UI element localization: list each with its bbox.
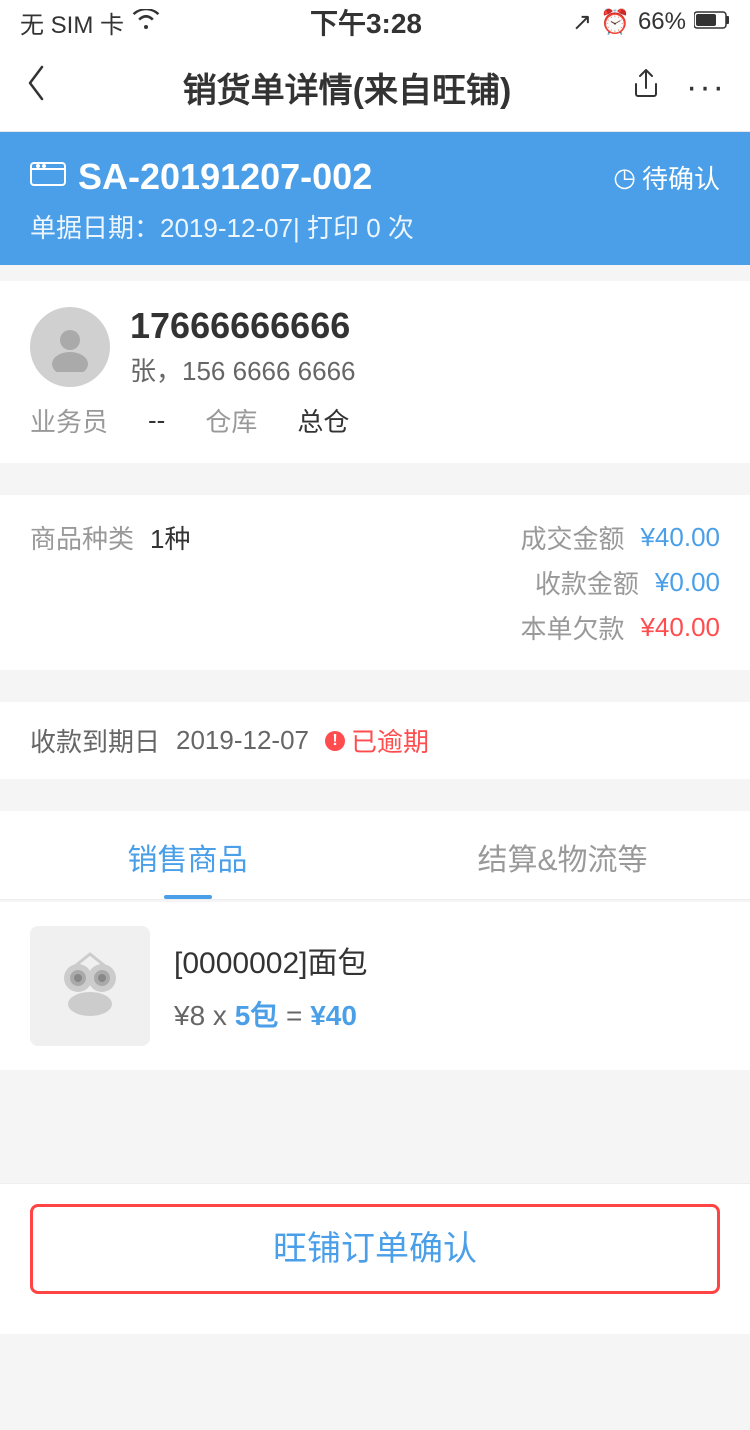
due-date-label: 收款到期日 <box>30 722 160 759</box>
warehouse-value: 总仓 <box>297 402 349 439</box>
product-name: [0000002]面包 <box>174 938 720 982</box>
status-bar: 无 SIM 卡 下午3:28 ↗ ⏰ 66% <box>0 0 750 44</box>
nav-actions: ··· <box>630 68 726 108</box>
due-date-card: 收款到期日 2019-12-07 ! 已逾期 <box>0 702 750 779</box>
tab-sales-products[interactable]: 销售商品 <box>0 811 375 899</box>
more-icon[interactable]: ··· <box>686 68 726 107</box>
battery-text: 66% <box>638 8 686 36</box>
order-icon <box>30 156 66 198</box>
wifi-icon <box>132 8 160 36</box>
product-card: [0000002]面包 ¥8 x 5包 = ¥40 <box>0 902 750 1070</box>
order-date: 单据日期：2019-12-07| 打印 0 次 <box>30 208 720 245</box>
clock-icon: ◷ <box>613 162 636 193</box>
salesperson-value: -- <box>148 405 165 436</box>
product-price-row: ¥8 x 5包 = ¥40 <box>174 994 720 1034</box>
customer-name: 张，156 6666 6666 <box>130 351 356 388</box>
category-label: 商品种类 <box>30 519 134 556</box>
overdue-badge: ! 已逾期 <box>325 722 429 759</box>
tab-settlement[interactable]: 结算&物流等 <box>375 811 750 899</box>
status-bar-left: 无 SIM 卡 <box>20 5 160 40</box>
customer-info-card: 17666666666 张，156 6666 6666 业务员 -- 仓库 总仓 <box>0 281 750 463</box>
order-id: SA-20191207-002 <box>30 156 372 198</box>
category-value: 1种 <box>150 519 190 556</box>
page-title: 销货单详情(来自旺铺) <box>64 63 630 112</box>
product-info: [0000002]面包 ¥8 x 5包 = ¥40 <box>174 938 720 1034</box>
avatar <box>30 307 110 387</box>
back-button[interactable] <box>24 63 64 112</box>
stats-card: 商品种类 1种 成交金额 ¥40.00 收款金额 ¥0.00 本单欠款 ¥40.… <box>0 495 750 670</box>
bottom-button-area: 旺铺订单确认 <box>0 1183 750 1334</box>
overdue-icon: ! <box>325 731 345 751</box>
no-sim-text: 无 SIM 卡 <box>20 5 124 40</box>
due-date-value: 2019-12-07 <box>176 725 309 756</box>
status-bar-right: ↗ ⏰ 66% <box>572 8 730 37</box>
salesperson-label: 业务员 <box>30 402 108 439</box>
share-icon[interactable] <box>630 68 662 108</box>
stats-right: 成交金额 ¥40.00 收款金额 ¥0.00 本单欠款 ¥40.00 <box>520 519 720 646</box>
nav-bar: 销货单详情(来自旺铺) ··· <box>0 44 750 132</box>
received-row: 收款金额 ¥0.00 <box>535 564 720 601</box>
customer-phone: 17666666666 <box>130 305 356 347</box>
location-icon: ↗ <box>572 8 592 37</box>
status-time: 下午3:28 <box>310 2 422 42</box>
tabs-bar: 销售商品 结算&物流等 <box>0 811 750 900</box>
battery-icon <box>694 8 730 36</box>
deal-amount-row: 成交金额 ¥40.00 <box>520 519 720 556</box>
alarm-icon: ⏰ <box>600 8 630 37</box>
product-image <box>30 926 150 1046</box>
owed-row: 本单欠款 ¥40.00 <box>520 609 720 646</box>
order-status: ◷ 待确认 <box>613 159 720 196</box>
wangpu-confirm-button[interactable]: 旺铺订单确认 <box>30 1204 720 1294</box>
customer-detail-row: 业务员 -- 仓库 总仓 <box>30 402 720 439</box>
warehouse-label: 仓库 <box>205 402 257 439</box>
order-header-card: SA-20191207-002 ◷ 待确认 单据日期：2019-12-07| 打… <box>0 132 750 265</box>
